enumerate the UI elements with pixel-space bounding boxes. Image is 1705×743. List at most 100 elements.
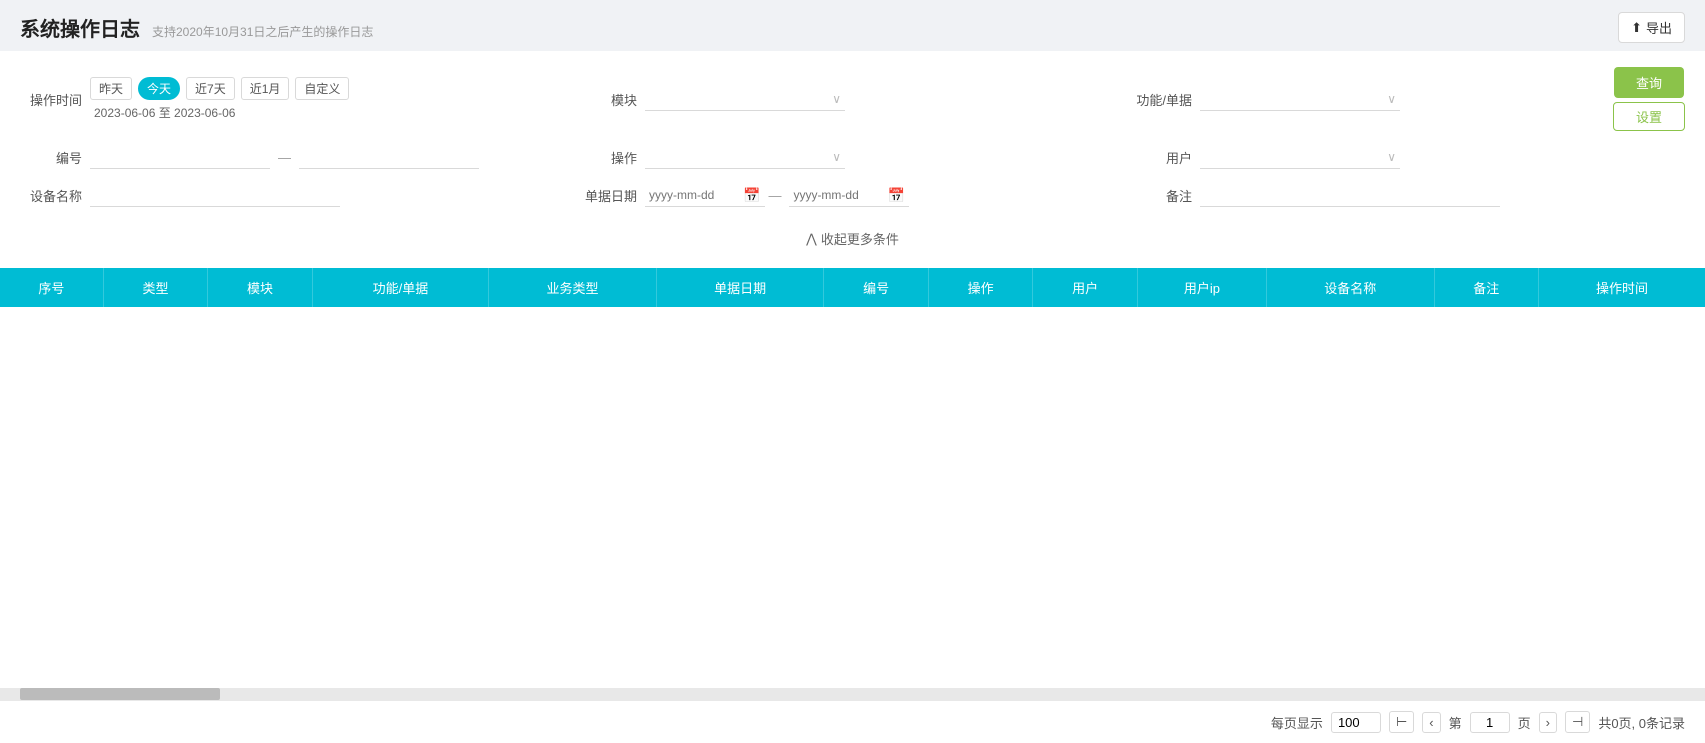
user-filter-col: 用户 ∨ bbox=[1130, 145, 1685, 169]
date-col-content: 📅 — 📅 bbox=[645, 184, 1130, 207]
user-select-wrap: ∨ bbox=[1200, 145, 1400, 169]
device-input[interactable] bbox=[90, 183, 340, 207]
time-btn-7days[interactable]: 近7天 bbox=[186, 77, 235, 100]
remark-label: 备注 bbox=[1130, 186, 1200, 205]
user-col-content: ∨ bbox=[1200, 145, 1685, 169]
settings-button[interactable]: 设置 bbox=[1613, 102, 1685, 131]
pagination-bar: 每页显示 100 50 200 ⊢ ‹ 第 页 › ⊣ 共0页, 0条记录 bbox=[0, 700, 1705, 743]
page-number-input[interactable] bbox=[1470, 712, 1510, 733]
per-page-wrap: 100 50 200 bbox=[1331, 712, 1381, 733]
export-icon: ⬆ bbox=[1631, 20, 1642, 36]
per-page-label: 每页显示 bbox=[1271, 713, 1323, 732]
function-label: 功能/单据 bbox=[1130, 90, 1200, 109]
col-function: 功能/单据 bbox=[312, 268, 488, 307]
col-user: 用户 bbox=[1033, 268, 1137, 307]
number-filter-col: 编号 — bbox=[20, 145, 575, 169]
last-page-button[interactable]: ⊣ bbox=[1565, 711, 1590, 733]
col-device: 设备名称 bbox=[1266, 268, 1434, 307]
export-button[interactable]: ⬆ 导出 bbox=[1618, 12, 1685, 43]
data-table: 序号 类型 模块 功能/单据 业务类型 单据日期 编号 操作 用户 用户ip 设… bbox=[0, 268, 1705, 307]
time-btn-yesterday[interactable]: 昨天 bbox=[90, 77, 132, 100]
collapse-button[interactable]: ⋀ 收起更多条件 bbox=[794, 227, 911, 250]
device-label: 设备名称 bbox=[20, 186, 90, 205]
collapse-icon: ⋀ bbox=[806, 231, 817, 247]
function-filter-col: 功能/单据 ∨ 查询 设置 bbox=[1130, 67, 1685, 131]
per-page-select[interactable]: 100 50 200 bbox=[1331, 712, 1381, 733]
number-label: 编号 bbox=[20, 148, 90, 167]
time-col-content: 昨天 今天 近7天 近1月 自定义 2023-06-06 至 2023-06-0… bbox=[90, 77, 575, 121]
filter-row-1: 操作时间 昨天 今天 近7天 近1月 自定义 2023-06-06 至 2023… bbox=[20, 67, 1685, 131]
export-label: 导出 bbox=[1646, 18, 1672, 37]
operation-select[interactable] bbox=[645, 145, 845, 169]
user-label: 用户 bbox=[1130, 148, 1200, 167]
module-select-wrap: ∨ bbox=[645, 87, 845, 111]
page-subtitle: 支持2020年10月31日之后产生的操作日志 bbox=[152, 23, 373, 40]
time-controls: 昨天 今天 近7天 近1月 自定义 bbox=[90, 77, 349, 100]
scrollbar-thumb[interactable] bbox=[20, 688, 220, 700]
time-label: 操作时间 bbox=[20, 90, 90, 109]
device-col-content bbox=[90, 183, 575, 207]
table-container: 序号 类型 模块 功能/单据 业务类型 单据日期 编号 操作 用户 用户ip 设… bbox=[0, 268, 1705, 688]
total-info: 共0页, 0条记录 bbox=[1598, 713, 1685, 732]
col-doc-date: 单据日期 bbox=[656, 268, 824, 307]
function-col-content: ∨ bbox=[1200, 87, 1613, 111]
col-index: 序号 bbox=[0, 268, 103, 307]
date-from-calendar-icon[interactable]: 📅 bbox=[743, 187, 760, 204]
remark-filter-col: 备注 bbox=[1130, 183, 1685, 207]
time-range-text: 2023-06-06 至 2023-06-06 bbox=[94, 104, 349, 121]
operation-select-wrap: ∨ bbox=[645, 145, 845, 169]
col-type: 类型 bbox=[103, 268, 207, 307]
page-wrapper: 系统操作日志 支持2020年10月31日之后产生的操作日志 ⬆ 导出 操作时间 … bbox=[0, 0, 1705, 743]
page-title: 系统操作日志 bbox=[20, 13, 140, 42]
function-select-wrap: ∨ bbox=[1200, 87, 1400, 111]
first-page-button[interactable]: ⊢ bbox=[1389, 711, 1414, 733]
number-col-content: — bbox=[90, 145, 575, 169]
collapse-bar: ⋀ 收起更多条件 bbox=[20, 221, 1685, 260]
remark-input[interactable] bbox=[1200, 183, 1500, 207]
date-dash: — bbox=[760, 188, 789, 203]
table-header: 序号 类型 模块 功能/单据 业务类型 单据日期 编号 操作 用户 用户ip 设… bbox=[0, 268, 1705, 307]
operation-label: 操作 bbox=[575, 148, 645, 167]
time-btn-1month[interactable]: 近1月 bbox=[241, 77, 290, 100]
prev-page-button[interactable]: ‹ bbox=[1422, 712, 1440, 733]
number-dash: — bbox=[270, 150, 299, 165]
operation-filter-col: 操作 ∨ bbox=[575, 145, 1130, 169]
page-header: 系统操作日志 支持2020年10月31日之后产生的操作日志 ⬆ 导出 bbox=[0, 0, 1705, 51]
operation-col-content: ∨ bbox=[645, 145, 1130, 169]
filter-row-2: 编号 — 操作 ∨ bbox=[20, 145, 1685, 169]
number-to-input[interactable] bbox=[299, 145, 479, 169]
col-biz-type: 业务类型 bbox=[489, 268, 657, 307]
col-operation: 操作 bbox=[928, 268, 1032, 307]
time-filter-col: 操作时间 昨天 今天 近7天 近1月 自定义 2023-06-06 至 2023… bbox=[20, 77, 575, 121]
page-label: 第 bbox=[1449, 713, 1462, 732]
filter-area: 操作时间 昨天 今天 近7天 近1月 自定义 2023-06-06 至 2023… bbox=[0, 51, 1705, 268]
remark-col-content bbox=[1200, 183, 1685, 207]
module-col-content: ∨ bbox=[645, 87, 1130, 111]
function-select[interactable] bbox=[1200, 87, 1400, 111]
date-label: 单据日期 bbox=[575, 186, 645, 205]
page-title-area: 系统操作日志 支持2020年10月31日之后产生的操作日志 bbox=[20, 13, 373, 42]
module-filter-col: 模块 ∨ bbox=[575, 87, 1130, 111]
col-user-ip: 用户ip bbox=[1137, 268, 1266, 307]
page-unit: 页 bbox=[1518, 713, 1531, 732]
collapse-label: 收起更多条件 bbox=[821, 229, 899, 248]
col-remark: 备注 bbox=[1434, 268, 1538, 307]
col-number: 编号 bbox=[824, 268, 928, 307]
time-btn-today[interactable]: 今天 bbox=[138, 77, 180, 100]
next-page-button[interactable]: › bbox=[1539, 712, 1557, 733]
device-filter-col: 设备名称 bbox=[20, 183, 575, 207]
horizontal-scrollbar[interactable] bbox=[0, 688, 1705, 700]
filter-row-3: 设备名称 单据日期 📅 — 📅 备注 bbox=[20, 183, 1685, 207]
module-select[interactable] bbox=[645, 87, 845, 111]
date-filter-col: 单据日期 📅 — 📅 bbox=[575, 184, 1130, 207]
time-btn-custom[interactable]: 自定义 bbox=[295, 77, 349, 100]
col-op-time: 操作时间 bbox=[1539, 268, 1705, 307]
date-to-calendar-icon[interactable]: 📅 bbox=[887, 187, 904, 204]
module-label: 模块 bbox=[575, 90, 645, 109]
table-header-row: 序号 类型 模块 功能/单据 业务类型 单据日期 编号 操作 用户 用户ip 设… bbox=[0, 268, 1705, 307]
number-from-input[interactable] bbox=[90, 145, 270, 169]
query-button[interactable]: 查询 bbox=[1614, 67, 1684, 98]
user-select[interactable] bbox=[1200, 145, 1400, 169]
col-module: 模块 bbox=[208, 268, 312, 307]
action-buttons: 查询 设置 bbox=[1613, 67, 1685, 131]
